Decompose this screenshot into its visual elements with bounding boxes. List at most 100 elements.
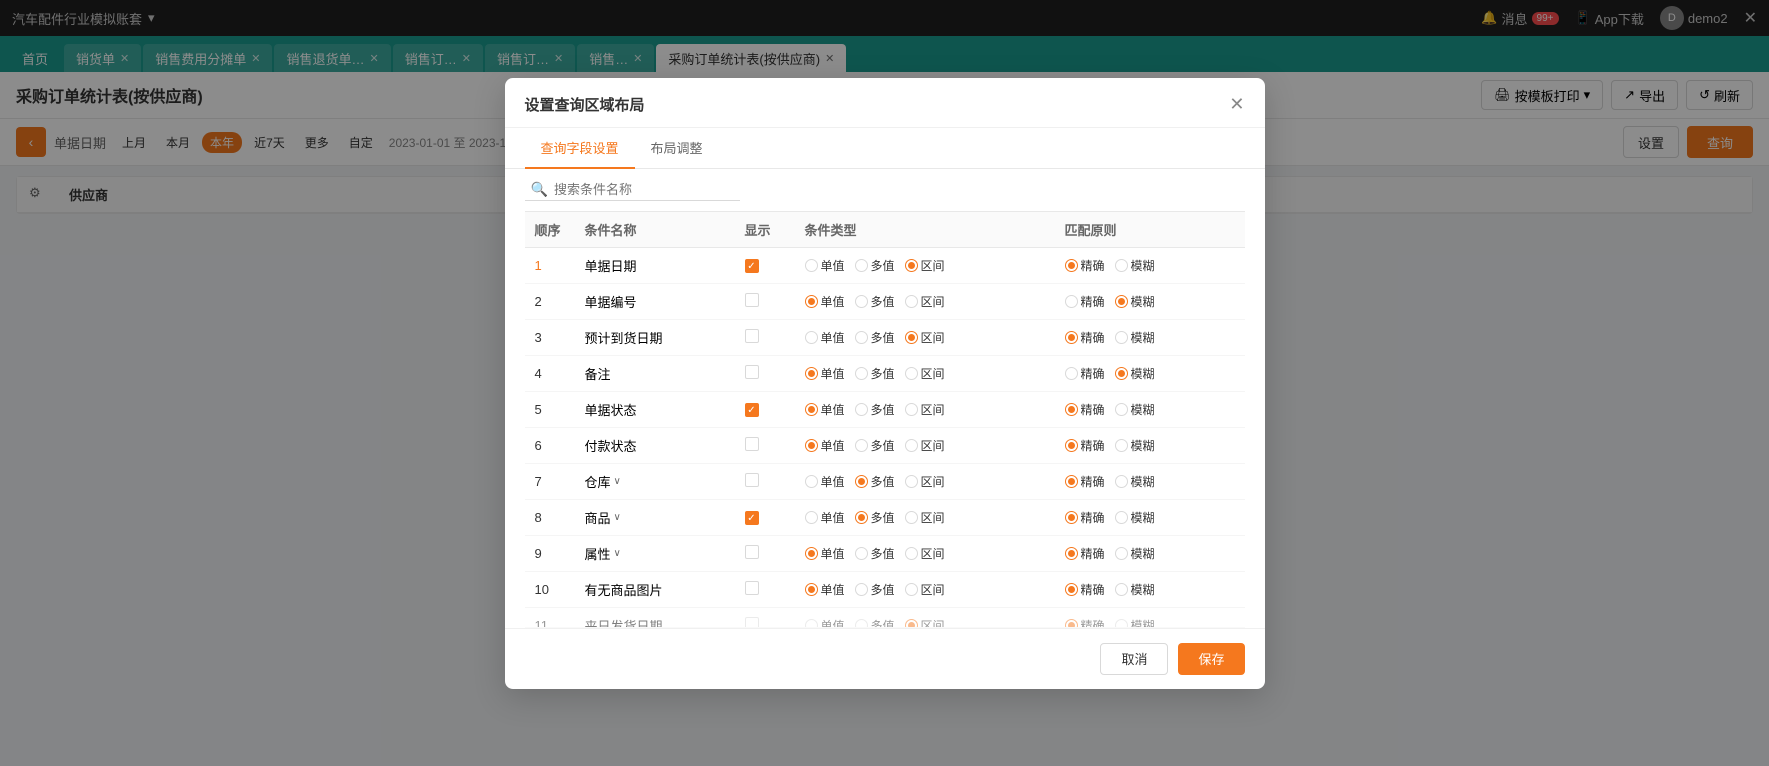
row-6-show[interactable] <box>745 437 805 454</box>
row-2-type: 单值 多值 区间 <box>805 293 1065 310</box>
row-8-type-single[interactable]: 单值 <box>805 509 845 526</box>
row-3-match-exact[interactable]: 精确 <box>1065 329 1105 346</box>
row-5-type-range[interactable]: 区间 <box>905 401 945 418</box>
row-1-match-fuzzy[interactable]: 模糊 <box>1115 257 1155 274</box>
table-row: 6 付款状态 单值 多值 区间 <box>525 428 1245 464</box>
row-8-match-exact[interactable]: 精确 <box>1065 509 1105 526</box>
row-7-match-exact[interactable]: 精确 <box>1065 473 1105 490</box>
tab-fields[interactable]: 查询字段设置 <box>525 128 635 169</box>
row-4-show[interactable] <box>745 365 805 382</box>
row-5-checkbox[interactable]: ✓ <box>745 403 759 417</box>
row-10-type-range[interactable]: 区间 <box>905 581 945 598</box>
row-9-match-fuzzy[interactable]: 模糊 <box>1115 545 1155 562</box>
row-7-type-single[interactable]: 单值 <box>805 473 845 490</box>
row-4-match-exact[interactable]: 精确 <box>1065 365 1105 382</box>
row-3-match-fuzzy[interactable]: 模糊 <box>1115 329 1155 346</box>
row-2-show[interactable] <box>745 293 805 310</box>
row-6-type-single[interactable]: 单值 <box>805 437 845 454</box>
search-icon: 🔍 <box>531 181 548 198</box>
row-11-show[interactable] <box>745 617 805 628</box>
row-10-type-multi[interactable]: 多值 <box>855 581 895 598</box>
row-4-checkbox[interactable] <box>745 365 759 379</box>
row-8-type-range[interactable]: 区间 <box>905 509 945 526</box>
row-1-order: 1 <box>535 258 585 273</box>
row-1-match-exact[interactable]: 精确 <box>1065 257 1105 274</box>
row-7-show[interactable] <box>745 473 805 490</box>
row-3-type-range[interactable]: 区间 <box>905 329 945 346</box>
row-11-type-range[interactable]: 区间 <box>905 617 945 628</box>
row-10-match-fuzzy[interactable]: 模糊 <box>1115 581 1155 598</box>
row-7-match: 精确 模糊 <box>1065 473 1265 490</box>
row-8-checkbox[interactable]: ✓ <box>745 511 759 525</box>
row-9-show[interactable] <box>745 545 805 562</box>
row-10-show[interactable] <box>745 581 805 598</box>
row-10-type-single[interactable]: 单值 <box>805 581 845 598</box>
row-4-type-range[interactable]: 区间 <box>905 365 945 382</box>
row-8-show[interactable]: ✓ <box>745 509 805 526</box>
row-2-type-multi[interactable]: 多值 <box>855 293 895 310</box>
row-9-type-single[interactable]: 单值 <box>805 545 845 562</box>
row-11-match-exact[interactable]: 精确 <box>1065 617 1105 628</box>
row-3-show[interactable] <box>745 329 805 346</box>
row-10-match-exact[interactable]: 精确 <box>1065 581 1105 598</box>
row-2-match-exact[interactable]: 精确 <box>1065 293 1105 310</box>
table-row: 10 有无商品图片 单值 多值 区间 <box>525 572 1245 608</box>
search-input[interactable] <box>554 182 734 197</box>
radio-range <box>905 403 918 416</box>
row-11-type: 单值 多值 区间 <box>805 617 1065 628</box>
row-1-show[interactable]: ✓ <box>745 257 805 274</box>
row-11-match-fuzzy[interactable]: 模糊 <box>1115 617 1155 628</box>
table-row: 9 属性 ∨ 单值 多值 区间 <box>525 536 1245 572</box>
row-7-type-multi[interactable]: 多值 <box>855 473 895 490</box>
row-2-type-range[interactable]: 区间 <box>905 293 945 310</box>
row-10-match: 精确 模糊 <box>1065 581 1265 598</box>
row-1-checkbox[interactable]: ✓ <box>745 259 759 273</box>
row-5-type-single[interactable]: 单值 <box>805 401 845 418</box>
row-4-type-multi[interactable]: 多值 <box>855 365 895 382</box>
row-4-type-single[interactable]: 单值 <box>805 365 845 382</box>
row-1-type-range[interactable]: 区间 <box>905 257 945 274</box>
tab-layout[interactable]: 布局调整 <box>635 128 719 169</box>
row-11-type-single[interactable]: 单值 <box>805 617 845 628</box>
row-6-checkbox[interactable] <box>745 437 759 451</box>
row-2-match-fuzzy[interactable]: 模糊 <box>1115 293 1155 310</box>
row-3-checkbox[interactable] <box>745 329 759 343</box>
row-7-order: 7 <box>535 474 585 489</box>
row-10-checkbox[interactable] <box>745 581 759 595</box>
row-1-type-multi[interactable]: 多值 <box>855 257 895 274</box>
row-3-order: 3 <box>535 330 585 345</box>
row-7-match-fuzzy[interactable]: 模糊 <box>1115 473 1155 490</box>
save-button[interactable]: 保存 <box>1178 643 1244 675</box>
row-11-type-multi[interactable]: 多值 <box>855 617 895 628</box>
row-6-type-multi[interactable]: 多值 <box>855 437 895 454</box>
radio-multi <box>855 331 868 344</box>
row-11-checkbox[interactable] <box>745 617 759 628</box>
row-2-type-single[interactable]: 单值 <box>805 293 845 310</box>
row-3-type-single[interactable]: 单值 <box>805 329 845 346</box>
dialog-close-btn[interactable]: ✕ <box>1229 95 1244 113</box>
row-4-match-fuzzy[interactable]: 模糊 <box>1115 365 1155 382</box>
row-7-type-range[interactable]: 区间 <box>905 473 945 490</box>
row-6-match-fuzzy[interactable]: 模糊 <box>1115 437 1155 454</box>
row-5-type-multi[interactable]: 多值 <box>855 401 895 418</box>
row-9-match-exact[interactable]: 精确 <box>1065 545 1105 562</box>
row-5-show[interactable]: ✓ <box>745 401 805 418</box>
row-3-type-multi[interactable]: 多值 <box>855 329 895 346</box>
row-7-checkbox[interactable] <box>745 473 759 487</box>
row-9-type-multi[interactable]: 多值 <box>855 545 895 562</box>
row-9-checkbox[interactable] <box>745 545 759 559</box>
row-5-match-exact[interactable]: 精确 <box>1065 401 1105 418</box>
row-6-type-range[interactable]: 区间 <box>905 437 945 454</box>
row-2-checkbox[interactable] <box>745 293 759 307</box>
col-name: 条件名称 <box>585 220 745 239</box>
cancel-button[interactable]: 取消 <box>1100 643 1168 675</box>
row-9-type-range[interactable]: 区间 <box>905 545 945 562</box>
row-1-type-single[interactable]: 单值 <box>805 257 845 274</box>
radio-exact <box>1065 475 1078 488</box>
radio-single <box>805 367 818 380</box>
row-6-match-exact[interactable]: 精确 <box>1065 437 1105 454</box>
row-5-match-fuzzy[interactable]: 模糊 <box>1115 401 1155 418</box>
row-8-type-multi[interactable]: 多值 <box>855 509 895 526</box>
row-6-match: 精确 模糊 <box>1065 437 1265 454</box>
row-8-match-fuzzy[interactable]: 模糊 <box>1115 509 1155 526</box>
